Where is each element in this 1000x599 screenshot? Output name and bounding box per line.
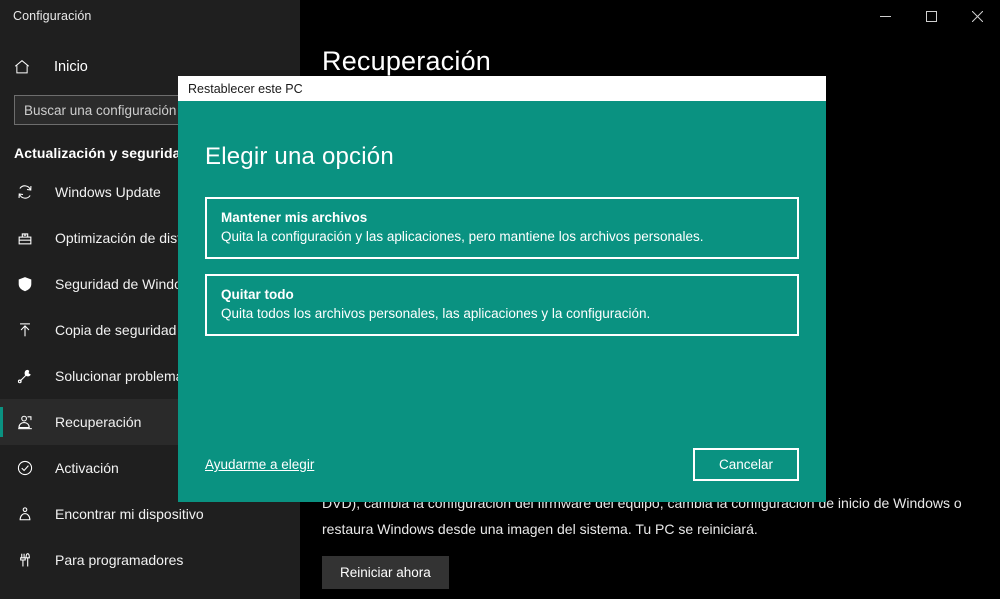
dialog-body: Elegir una opción Mantener mis archivos …: [178, 101, 826, 502]
cancel-button[interactable]: Cancelar: [692, 448, 799, 481]
page-title: Recuperación: [322, 46, 492, 76]
restart-now-button[interactable]: Reiniciar ahora: [322, 556, 449, 589]
option-title: Quitar todo: [221, 287, 294, 302]
sidebar-item-label: Encontrar mi dispositivo: [55, 506, 204, 522]
dialog-title: Restablecer este PC: [188, 81, 303, 96]
developer-tools-icon: [13, 551, 37, 569]
sidebar-item-label: Copia de seguridad: [55, 322, 177, 338]
find-device-icon: [13, 505, 37, 523]
sidebar-item-for-developers[interactable]: Para programadores: [0, 537, 300, 583]
home-icon: [13, 58, 39, 76]
sync-icon: [13, 183, 37, 201]
minimize-icon[interactable]: [862, 0, 908, 32]
dialog-heading: Elegir una opción: [205, 143, 394, 170]
reset-pc-dialog: Restablecer este PC Elegir una opción Ma…: [178, 76, 826, 502]
option-description: Quita la configuración y las aplicacione…: [221, 229, 704, 244]
sidebar-item-label: Recuperación: [55, 414, 142, 430]
sidebar-item-label: Solucionar problemas: [55, 368, 191, 384]
option-keep-my-files[interactable]: Mantener mis archivos Quita la configura…: [205, 197, 799, 259]
check-circle-icon: [13, 459, 37, 477]
settings-app-window: Configuración Inicio Buscar una configur…: [0, 0, 1000, 599]
sidebar-home-label: Inicio: [54, 59, 88, 75]
close-icon[interactable]: [954, 0, 1000, 32]
sidebar-item-label: Para programadores: [55, 552, 184, 568]
maximize-icon[interactable]: [908, 0, 954, 32]
dialog-footer: Ayudarme a elegir Cancelar: [205, 448, 799, 481]
upload-arrow-icon: [13, 321, 37, 339]
recovery-description-block: DVD), cambia la configuración del firmwa…: [322, 490, 980, 589]
recovery-icon: [13, 413, 37, 431]
wrench-icon: [13, 367, 37, 385]
sidebar-item-label: Seguridad de Window: [55, 276, 192, 292]
sidebar-item-label: Windows Update: [55, 184, 161, 200]
titlebar-left-region: Configuración: [0, 0, 300, 32]
app-title: Configuración: [13, 9, 92, 23]
window-controls: [300, 0, 1000, 32]
help-me-choose-link[interactable]: Ayudarme a elegir: [205, 457, 314, 472]
shield-icon: [13, 275, 37, 293]
option-remove-everything[interactable]: Quitar todo Quita todos los archivos per…: [205, 274, 799, 336]
dialog-titlebar: Restablecer este PC: [178, 76, 826, 101]
option-description: Quita todos los archivos personales, las…: [221, 306, 651, 321]
sidebar-item-label: Optimización de distri: [55, 230, 189, 246]
sidebar-item-label: Activación: [55, 460, 119, 476]
window-titlebar: Configuración: [0, 0, 1000, 32]
delivery-optimization-icon: [13, 229, 37, 247]
option-title: Mantener mis archivos: [221, 210, 368, 225]
